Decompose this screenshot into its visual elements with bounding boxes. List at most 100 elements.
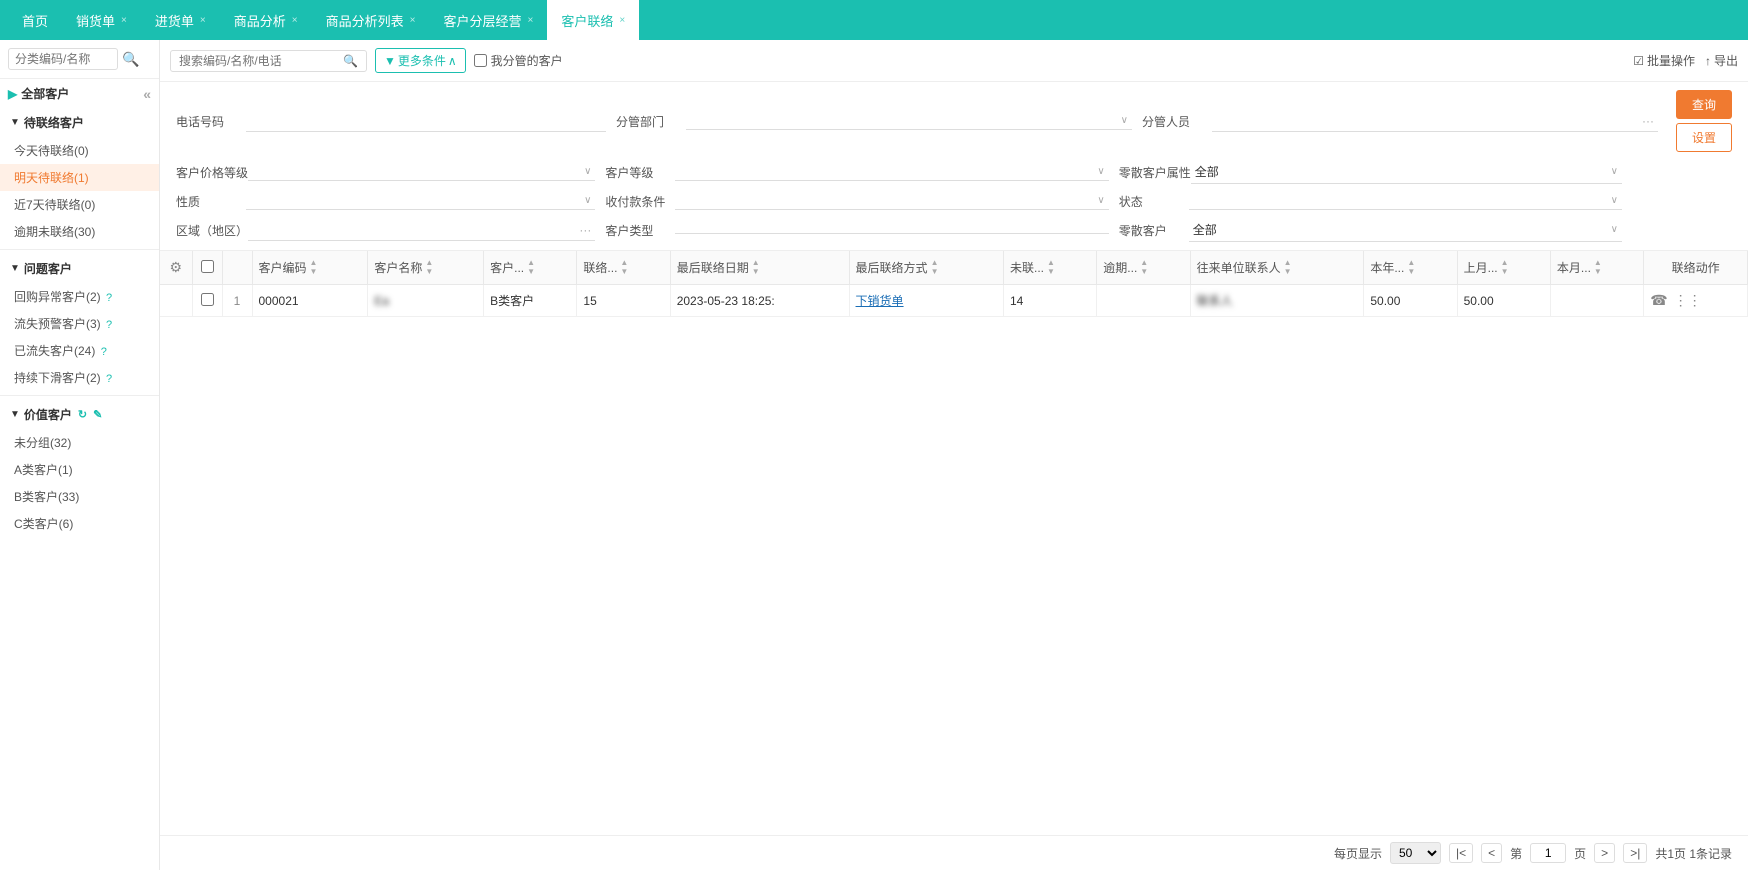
query-button[interactable]: 查询 [1676,90,1732,119]
sidebar-search-input[interactable] [8,48,118,70]
search-box: 🔍 [170,50,367,72]
toolbar-right: ☑ 批量操作 ↑ 导出 [1633,52,1738,69]
contact-method-link[interactable]: 下销货单 [856,294,904,308]
nav-close-icon[interactable]: × [410,15,416,26]
phone-input[interactable] [246,111,606,132]
page-suffix: 页 [1574,845,1586,862]
th-type[interactable]: 客户... ▲▼ [484,251,577,285]
td-overdue [1097,285,1190,317]
sidebar-search-icon[interactable]: 🔍 [122,51,139,68]
nav-sales-order[interactable]: 销货单 × [62,0,141,40]
status-select[interactable]: ∨ [1189,192,1622,210]
th-contacts[interactable]: 联络... ▲▼ [577,251,670,285]
sidebar-item-churn-warning[interactable]: 流失预警客户(3) ? [0,310,159,337]
th-last-contact-method[interactable]: 最后联络方式 ▲▼ [849,251,1003,285]
dots-icon[interactable]: ··· [579,223,591,237]
sidebar-collapse-icon[interactable]: « [143,86,151,102]
th-this-year[interactable]: 本年... ▲▼ [1364,251,1457,285]
sidebar-item-tomorrow-pending[interactable]: 明天待联络(1) [0,164,159,191]
customer-type-label: 客户类型 [605,222,675,239]
th-customer-code[interactable]: 客户编码 ▲▼ [252,251,368,285]
last-page-btn[interactable]: >| [1623,843,1647,863]
nav-close-icon[interactable]: × [292,15,298,26]
sidebar-item-overdue-pending[interactable]: 逾期未联络(30) [0,218,159,245]
more-icon[interactable]: ⋮⋮ [1674,292,1702,309]
nav-close-icon[interactable]: × [527,15,533,26]
search-icon[interactable]: 🔍 [343,54,358,68]
filter-customer-level: 客户等级 ∨ [605,163,1108,181]
nav-product-analysis-list[interactable]: 商品分析列表 × [312,0,430,40]
td-gear [160,285,192,317]
sort-icon: ▲▼ [425,259,433,276]
th-last-month[interactable]: 上月... ▲▼ [1457,251,1550,285]
sidebar-item-ungrouped[interactable]: 未分组(32) [0,429,159,456]
my-customers-checkbox[interactable] [474,54,487,67]
select-all-checkbox[interactable] [201,260,214,273]
prev-page-btn[interactable]: < [1481,843,1502,863]
th-unit-contact[interactable]: 往来单位联系人 ▲▼ [1190,251,1364,285]
sort-icon: ▲▼ [527,259,535,276]
person-select[interactable]: ··· [1212,111,1658,132]
batch-ops-btn[interactable]: ☑ 批量操作 [1633,52,1695,69]
th-no-contact[interactable]: 未联... ▲▼ [1004,251,1097,285]
sidebar-item-today-pending[interactable]: 今天待联络(0) [0,137,159,164]
nature-select[interactable]: ∨ [246,192,595,210]
nav-home[interactable]: 首页 [8,0,62,40]
nav-purchase-order[interactable]: 进货单 × [141,0,220,40]
dots-icon[interactable]: ··· [1642,114,1654,128]
per-page-select[interactable]: 50 100 200 [1390,842,1441,864]
export-icon: ↑ [1705,54,1711,68]
customer-level-select[interactable]: ∨ [675,163,1108,181]
export-btn[interactable]: ↑ 导出 [1705,52,1738,69]
contact-icon[interactable]: ☎ [1650,292,1667,309]
td-name: Ea [368,285,484,317]
set-button[interactable]: 设置 [1676,123,1732,152]
nav-product-analysis[interactable]: 商品分析 × [220,0,312,40]
all-customers-header[interactable]: ▶ 全部客户 « [0,79,159,108]
sidebar-item-churned[interactable]: 已流失客户(24) ? [0,337,159,364]
info-icon: ? [106,373,112,385]
sidebar-item-b-class[interactable]: B类客户(33) [0,483,159,510]
filter-row-1: 电话号码 分管部门 ∨ 分管人员 ··· [176,90,1732,152]
nav-close-active-icon[interactable]: × [619,15,625,26]
sidebar-divider2 [0,395,159,396]
gear-icon[interactable]: ⚙ [169,259,182,275]
nav-close-icon[interactable]: × [121,15,127,26]
payment-select[interactable]: ∨ [675,192,1108,210]
nav-customer-contact[interactable]: 客户联络 × [547,0,639,40]
chevron-down-icon: ∨ [1097,166,1104,177]
sidebar: 🔍 ▶ 全部客户 « ▼ 待联络客户 今天待联络(0) 明天待联络(1) 近7天… [0,40,160,870]
more-conditions-btn[interactable]: ▼ 更多条件 ∧ [375,48,466,73]
main-content: 🔍 ▼ 更多条件 ∧ 我分管的客户 ☑ 批量操作 ↑ 导出 [160,40,1748,870]
chevron-down-icon: ∨ [584,195,591,206]
retail-attr-select[interactable]: 全部 ∨ [1191,160,1622,184]
sidebar-item-7day-pending[interactable]: 近7天待联络(0) [0,191,159,218]
row-checkbox[interactable] [201,293,214,306]
page-input[interactable] [1530,843,1566,863]
refresh-icon[interactable]: ↻ [78,408,87,421]
price-level-select[interactable]: ∨ [248,163,595,181]
retail-select[interactable]: 全部 ∨ [1189,218,1622,242]
dept-select[interactable]: ∨ [686,112,1132,130]
sidebar-item-a-class[interactable]: A类客户(1) [0,456,159,483]
first-page-btn[interactable]: |< [1449,843,1473,863]
sidebar-item-declining[interactable]: 持续下滑客户(2) ? [0,364,159,391]
sidebar-item-c-class[interactable]: C类客户(6) [0,510,159,537]
chevron-down-icon: ∨ [1097,195,1104,206]
price-level-label: 客户价格等级 [176,164,248,181]
th-last-contact-date[interactable]: 最后联络日期 ▲▼ [670,251,849,285]
filter-row-4: 区域（地区） ··· 客户类型 零散客户 全部 ∨ [176,218,1732,242]
customer-type-select[interactable] [675,227,1108,234]
search-input[interactable] [179,54,339,68]
th-this-month[interactable]: 本月... ▲▼ [1550,251,1643,285]
next-page-btn[interactable]: > [1594,843,1615,863]
sidebar-item-repurchase-abnormal[interactable]: 回购异常客户(2) ? [0,283,159,310]
nav-customer-segmentation[interactable]: 客户分层经营 × [429,0,547,40]
th-overdue[interactable]: 逾期... ▲▼ [1097,251,1190,285]
region-select[interactable]: ··· [248,220,595,241]
nav-close-icon[interactable]: × [200,15,206,26]
filter-price-level: 客户价格等级 ∨ [176,163,595,181]
sort-icon: ▲▼ [1594,259,1602,276]
th-customer-name[interactable]: 客户名称 ▲▼ [368,251,484,285]
edit-icon[interactable]: ✎ [93,408,102,421]
